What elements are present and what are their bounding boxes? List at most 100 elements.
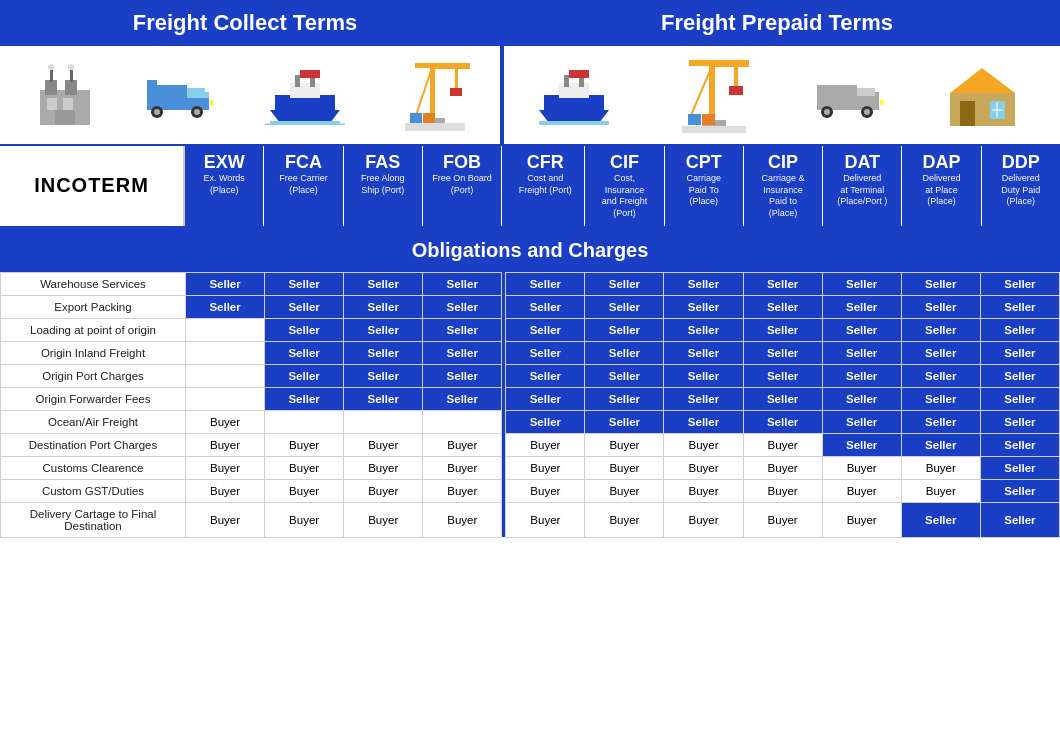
incoterm-cell-cpt: CPTCarriagePaid To(Place) <box>665 146 744 226</box>
obligation-cell: Seller <box>901 364 980 387</box>
svg-rect-10 <box>147 85 187 110</box>
svg-rect-1 <box>45 80 57 95</box>
row-label: Origin Inland Freight <box>1 341 186 364</box>
incoterm-cell-fob: FOBFree On Board(Port) <box>423 146 502 226</box>
obligation-cell: Seller <box>822 341 901 364</box>
port-crane-icon <box>395 58 475 133</box>
obligation-cell: Buyer <box>186 502 265 537</box>
obligation-cell: Seller <box>901 433 980 456</box>
obligation-cell: Seller <box>664 410 743 433</box>
obligation-cell: Seller <box>506 318 585 341</box>
obligation-cell: Seller <box>506 272 585 295</box>
obligation-cell: Seller <box>664 318 743 341</box>
row-label: Custom GST/Duties <box>1 479 186 502</box>
svg-point-8 <box>48 64 54 70</box>
obligation-cell: Seller <box>506 295 585 318</box>
table-row: Delivery Cartage to Final DestinationBuy… <box>1 502 1060 537</box>
row-label: Customs Clearence <box>1 456 186 479</box>
row-label: Destination Port Charges <box>1 433 186 456</box>
obligation-cell: Seller <box>901 318 980 341</box>
obligation-cell <box>265 410 344 433</box>
obligation-cell: Seller <box>901 272 980 295</box>
svg-rect-50 <box>729 86 743 95</box>
obligation-cell: Buyer <box>822 456 901 479</box>
row-label: Origin Port Charges <box>1 364 186 387</box>
obligation-cell: Seller <box>743 341 822 364</box>
svg-rect-62 <box>880 100 883 105</box>
svg-rect-41 <box>564 75 569 87</box>
row-label: Export Packing <box>1 295 186 318</box>
table-row: Origin Inland FreightSellerSellerSellerS… <box>1 341 1060 364</box>
obligation-cell: Seller <box>585 318 664 341</box>
obligation-cell: Buyer <box>186 433 265 456</box>
obligation-cell: Buyer <box>186 479 265 502</box>
table-row: Loading at point of originSellerSellerSe… <box>1 318 1060 341</box>
svg-rect-19 <box>210 100 213 105</box>
obligation-cell: Seller <box>980 295 1059 318</box>
table-row: Origin Port ChargesSellerSellerSellerSel… <box>1 364 1060 387</box>
obligation-cell: Seller <box>743 410 822 433</box>
obligation-cell: Seller <box>822 295 901 318</box>
svg-rect-36 <box>410 113 422 123</box>
svg-line-30 <box>415 68 432 118</box>
main-container: Freight Collect Terms Freight Prepaid Te… <box>0 0 1060 538</box>
header-row: Freight Collect Terms Freight Prepaid Te… <box>0 0 1060 46</box>
obligation-cell: Buyer <box>344 479 423 502</box>
incoterm-label: INCOTERM <box>0 146 185 226</box>
svg-rect-52 <box>682 126 746 133</box>
obligation-cell: Seller <box>980 387 1059 410</box>
obligation-cell: Seller <box>186 272 265 295</box>
obligation-cell: Seller <box>743 318 822 341</box>
obligation-cell: Seller <box>901 387 980 410</box>
svg-point-59 <box>824 109 830 115</box>
svg-rect-35 <box>405 123 465 131</box>
obligation-cell: Seller <box>980 272 1059 295</box>
obligation-cell: Seller <box>980 341 1059 364</box>
obligation-cell: Seller <box>585 387 664 410</box>
obligation-cell: Seller <box>980 502 1059 537</box>
obligation-cell: Buyer <box>743 456 822 479</box>
obligation-cell: Buyer <box>664 456 743 479</box>
obligation-cell: Seller <box>506 410 585 433</box>
table-row: Customs ClearenceBuyerBuyerBuyerBuyerBuy… <box>1 456 1060 479</box>
obligation-cell: Buyer <box>344 502 423 537</box>
svg-line-47 <box>689 66 712 120</box>
svg-point-61 <box>864 109 870 115</box>
factory-icon <box>35 60 95 130</box>
table-row: Destination Port ChargesBuyerBuyerBuyerB… <box>1 433 1060 456</box>
row-label: Ocean/Air Freight <box>1 410 186 433</box>
obligation-cell: Seller <box>423 318 502 341</box>
obligation-cell: Seller <box>585 410 664 433</box>
obligation-cell: Buyer <box>506 502 585 537</box>
svg-point-9 <box>68 64 74 70</box>
obligation-cell: Seller <box>506 364 585 387</box>
row-label: Warehouse Services <box>1 272 186 295</box>
obligation-cell: Seller <box>822 410 901 433</box>
incoterm-cell-exw: EXWEx. Words(Place) <box>185 146 264 226</box>
obligation-cell: Seller <box>980 433 1059 456</box>
incoterm-cell-dat: DATDeliveredat Terminal(Place/Port ) <box>823 146 902 226</box>
obligation-cell: Seller <box>822 433 901 456</box>
obligation-cell: Seller <box>980 456 1059 479</box>
svg-rect-57 <box>857 88 875 96</box>
svg-point-15 <box>154 109 160 115</box>
obligation-cell: Buyer <box>585 433 664 456</box>
obligations-header: Obligations and Charges <box>0 229 1060 272</box>
obligation-cell: Buyer <box>186 456 265 479</box>
obligation-cell: Buyer <box>743 502 822 537</box>
obligation-cell: Seller <box>664 341 743 364</box>
obligation-cell: Buyer <box>664 502 743 537</box>
obligation-cell: Seller <box>980 479 1059 502</box>
obligation-cell: Seller <box>901 410 980 433</box>
obligation-cell: Seller <box>822 364 901 387</box>
obligation-cell: Seller <box>980 318 1059 341</box>
table-row: Origin Forwarder FeesSellerSellerSellerS… <box>1 387 1060 410</box>
obligation-cell: Buyer <box>901 456 980 479</box>
obligation-cell: Seller <box>423 272 502 295</box>
svg-rect-3 <box>65 80 77 95</box>
obligation-cell: Seller <box>743 272 822 295</box>
prepaid-ship-icon <box>534 65 614 125</box>
obligation-cell: Seller <box>344 318 423 341</box>
obligation-cell: Buyer <box>822 479 901 502</box>
obligation-cell: Seller <box>585 295 664 318</box>
